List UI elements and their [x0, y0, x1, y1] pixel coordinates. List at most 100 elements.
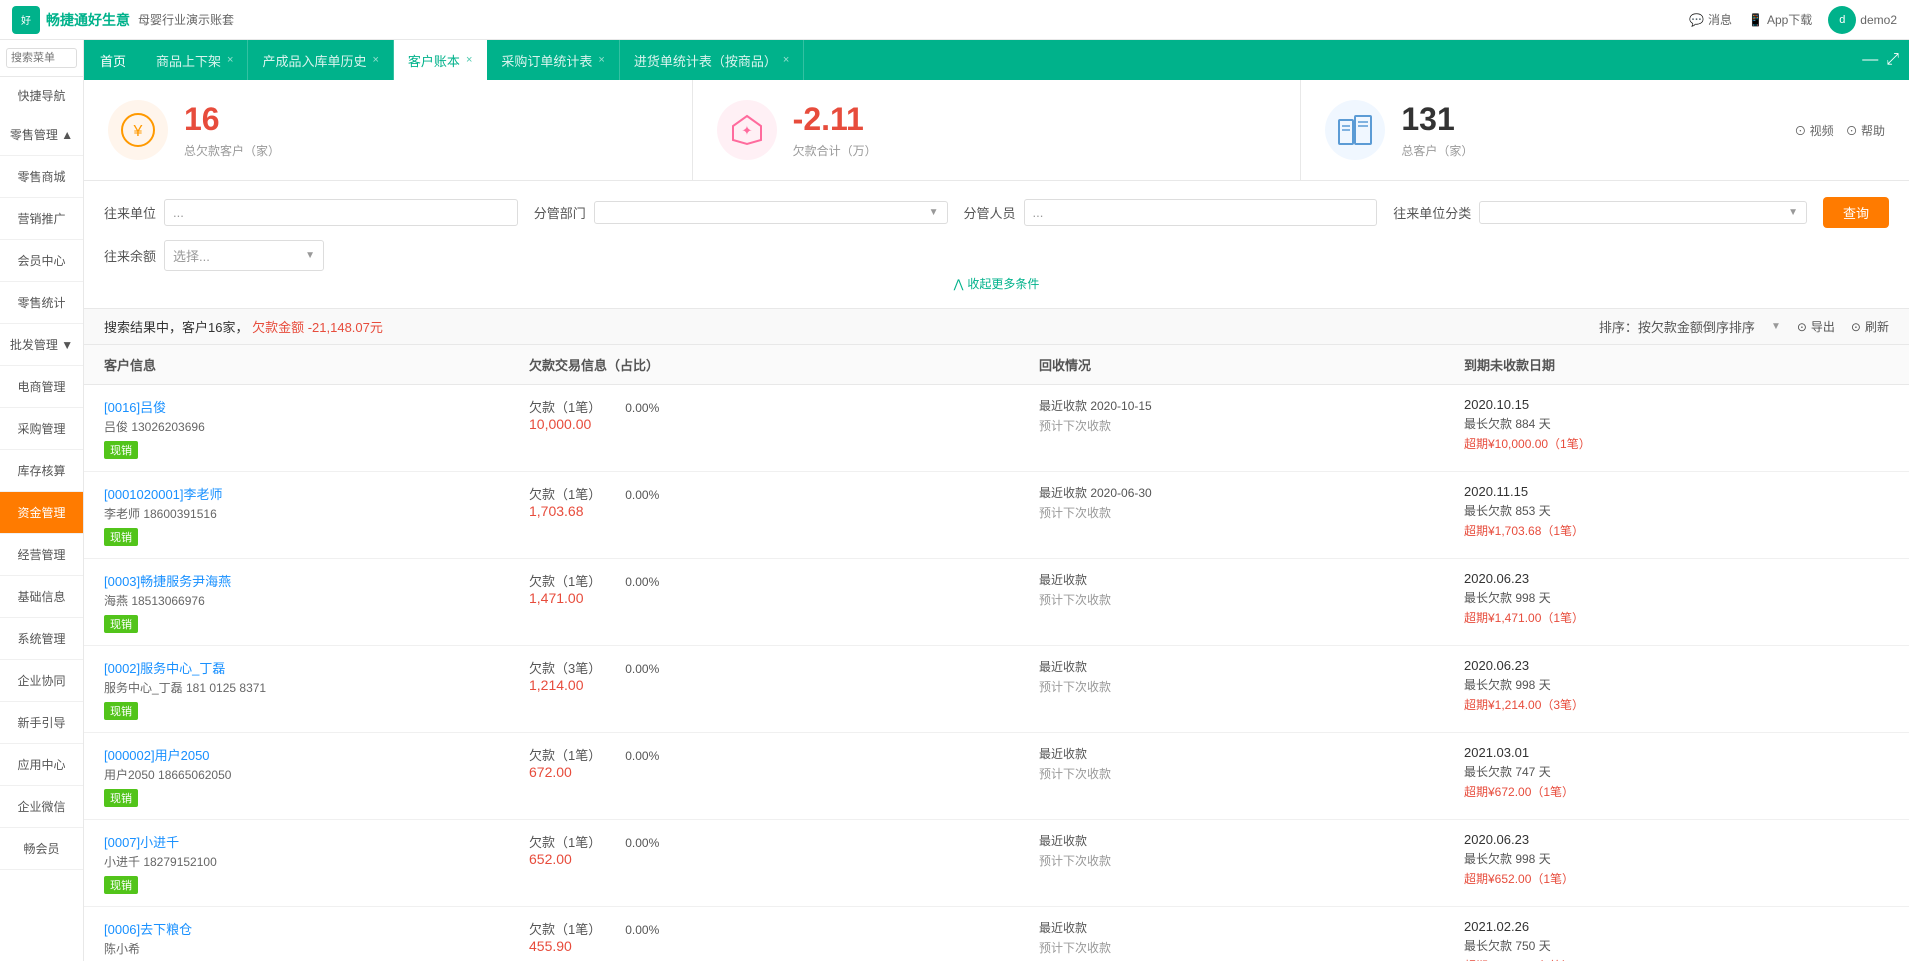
export-label: 导出 [1811, 318, 1835, 335]
filter-往来余额-dropdown[interactable]: 选择... ▼ [164, 240, 324, 271]
last-collection-1: 最近收款 2020-06-30 [1039, 484, 1464, 501]
sort-chevron[interactable]: ▼ [1771, 321, 1781, 332]
tab-purchase-order-close[interactable]: × [598, 54, 604, 66]
export-btn[interactable]: ⊙ 导出 [1797, 318, 1835, 335]
customer-name-1[interactable]: [0001020001]李老师 [104, 484, 529, 503]
filter-分管部门-select[interactable]: ▼ [594, 201, 948, 224]
app-download-action[interactable]: 📱 App下载 [1748, 11, 1812, 28]
customer-phone-1: 李老师 18600391516 [104, 505, 529, 522]
debt-amount-6: 455.90 [529, 938, 601, 954]
customer-name-3[interactable]: [0002]服务中心_丁磊 [104, 658, 529, 677]
customer-name-4[interactable]: [000002]用户2050 [104, 745, 529, 764]
sidebar-item-batch-mgmt[interactable]: 批发管理 ▼ [0, 324, 83, 366]
collapse-label: 收起更多条件 [967, 275, 1039, 292]
overdue-date-0: 2020.10.15 [1464, 397, 1889, 412]
table-row: [0001020001]李老师 李老师 18600391516 现销 欠款（1笔… [84, 472, 1909, 559]
sidebar-item-marketing[interactable]: 营销推广 [0, 198, 83, 240]
refresh-btn[interactable]: ⊙ 刷新 [1851, 318, 1889, 335]
table-row: [0006]去下粮仓 陈小希 现销 欠款（1笔） 455.90 0.00% 最近… [84, 907, 1909, 961]
sidebar-item-finance[interactable]: 资金管理 [0, 492, 83, 534]
search-button[interactable]: 查询 [1823, 197, 1889, 228]
sidebar-item-system[interactable]: 系统管理 [0, 618, 83, 660]
customer-name-6[interactable]: [0006]去下粮仓 [104, 919, 529, 938]
overdue-link-2[interactable]: 超期¥1,471.00（1笔） [1464, 609, 1889, 626]
sidebar-item-inventory[interactable]: 库存核算 [0, 450, 83, 492]
overdue-cell-3: 2020.06.23 最长欠款 998 天 超期¥1,214.00（3笔） [1464, 658, 1889, 713]
sidebar-item-member-vip[interactable]: 畅会员 [0, 828, 83, 870]
tab-purchase-stats[interactable]: 进货单统计表（按商品） × [620, 40, 804, 80]
customer-phone-6: 陈小希 [104, 940, 529, 957]
overdue-link-0[interactable]: 超期¥10,000.00（1笔） [1464, 435, 1889, 452]
sidebar-item-basic-info[interactable]: 基础信息 [0, 576, 83, 618]
next-collection-4: 预计下次收款 [1039, 765, 1464, 782]
tab-customer-account-close[interactable]: × [466, 54, 472, 66]
quick-nav[interactable]: 快捷导航 [0, 77, 83, 114]
sidebar-item-retail-mgmt[interactable]: 零售管理 ▲ [0, 114, 83, 156]
message-action[interactable]: 💬 消息 [1689, 11, 1732, 28]
help-btn[interactable]: ⊙ 帮助 [1846, 122, 1885, 139]
sidebar-item-enterprise-collab[interactable]: 企业协同 [0, 660, 83, 702]
tab-purchase-order[interactable]: 采购订单统计表 × [487, 40, 619, 80]
overdue-date-4: 2021.03.01 [1464, 745, 1889, 760]
sidebar-item-enterprise-wechat[interactable]: 企业微信 [0, 786, 83, 828]
debt-count-5: 欠款（1笔） [529, 832, 601, 851]
filter-分管部门: 分管部门 ▼ [534, 201, 948, 224]
sidebar-item-member-center[interactable]: 会员中心 [0, 240, 83, 282]
tab-product-off-label: 商品上下架 [156, 51, 221, 70]
app-name: 母婴行业演示账套 [138, 11, 234, 28]
window-maximize-icon[interactable]: ⤢ [1886, 51, 1899, 69]
next-collection-5: 预计下次收款 [1039, 852, 1464, 869]
sidebar-item-ecommerce[interactable]: 电商管理 [0, 366, 83, 408]
tab-home[interactable]: 首页 [84, 51, 142, 70]
user-area[interactable]: d demo2 [1828, 6, 1897, 34]
sidebar-item-retail-stats[interactable]: 零售统计 [0, 282, 83, 324]
sidebar-item-purchase[interactable]: 采购管理 [0, 408, 83, 450]
col-customer-info: 客户信息 [104, 355, 529, 374]
overdue-days-5: 最长欠款 998 天 [1464, 850, 1889, 867]
tab-purchase-stats-close[interactable]: × [783, 54, 789, 66]
filter-分管人员-label: 分管人员 [964, 203, 1016, 222]
svg-text:✦: ✦ [741, 123, 752, 138]
sidebar-item-operations[interactable]: 经营管理 [0, 534, 83, 576]
logo-icon: 好 [12, 6, 40, 34]
video-help-btn[interactable]: ⊙ 视频 [1794, 122, 1833, 139]
debt-count-0: 欠款（1笔） [529, 397, 601, 416]
tab-product-off[interactable]: 商品上下架 × [142, 40, 248, 80]
overdue-days-0: 最长欠款 884 天 [1464, 415, 1889, 432]
debt-amount-0: 10,000.00 [529, 416, 601, 432]
col-collection: 回收情况 [1039, 355, 1464, 374]
debt-ratio-0: 0.00% [625, 401, 659, 415]
filter-往来单位-input[interactable]: ... [164, 199, 518, 226]
collection-cell-3: 最近收款 预计下次收款 [1039, 658, 1464, 695]
search-input[interactable] [6, 48, 77, 68]
collapse-btn[interactable]: ⋀ 收起更多条件 [104, 271, 1889, 300]
customer-name-2[interactable]: [0003]畅捷服务尹海燕 [104, 571, 529, 590]
filter-往来单位分类-select[interactable]: ▼ [1479, 201, 1807, 224]
filter-分管人员-input[interactable]: ... [1024, 199, 1378, 226]
debt-amount-3: 1,214.00 [529, 677, 601, 693]
collection-cell-5: 最近收款 预计下次收款 [1039, 832, 1464, 869]
stat-card-customers: ¥ 16 总欠款客户（家） [84, 80, 693, 180]
table-row: [0007]小进千 小进千 18279152100 现销 欠款（1笔） 652.… [84, 820, 1909, 907]
sidebar-item-app-center[interactable]: 应用中心 [0, 744, 83, 786]
overdue-link-3[interactable]: 超期¥1,214.00（3笔） [1464, 696, 1889, 713]
customer-tag-5: 现销 [104, 876, 138, 894]
table-header: 客户信息 欠款交易信息（占比） 回收情况 到期未收款日期 [84, 345, 1909, 385]
message-label: 消息 [1708, 11, 1732, 28]
tab-production-history[interactable]: 产成品入库单历史 × [248, 40, 393, 80]
tab-production-history-close[interactable]: × [372, 54, 378, 66]
debt-count-6: 欠款（1笔） [529, 919, 601, 938]
sidebar-item-retail-mall[interactable]: 零售商城 [0, 156, 83, 198]
overdue-link-1[interactable]: 超期¥1,703.68（1笔） [1464, 522, 1889, 539]
tab-customer-account[interactable]: 客户账本 × [394, 40, 487, 80]
customer-name-5[interactable]: [0007]小进千 [104, 832, 529, 851]
overdue-link-5[interactable]: 超期¥652.00（1笔） [1464, 870, 1889, 887]
sidebar-item-newbie[interactable]: 新手引导 [0, 702, 83, 744]
overdue-link-6[interactable]: 超期¥455.90（1笔） [1464, 957, 1889, 961]
window-minimize-icon[interactable]: — [1862, 51, 1878, 69]
overdue-date-6: 2021.02.26 [1464, 919, 1889, 934]
overdue-link-4[interactable]: 超期¥672.00（1笔） [1464, 783, 1889, 800]
stat-info-debt: -2.11 欠款合计（万） [793, 101, 877, 159]
tab-product-off-close[interactable]: × [227, 54, 233, 66]
customer-name-0[interactable]: [0016]吕俊 [104, 397, 529, 416]
